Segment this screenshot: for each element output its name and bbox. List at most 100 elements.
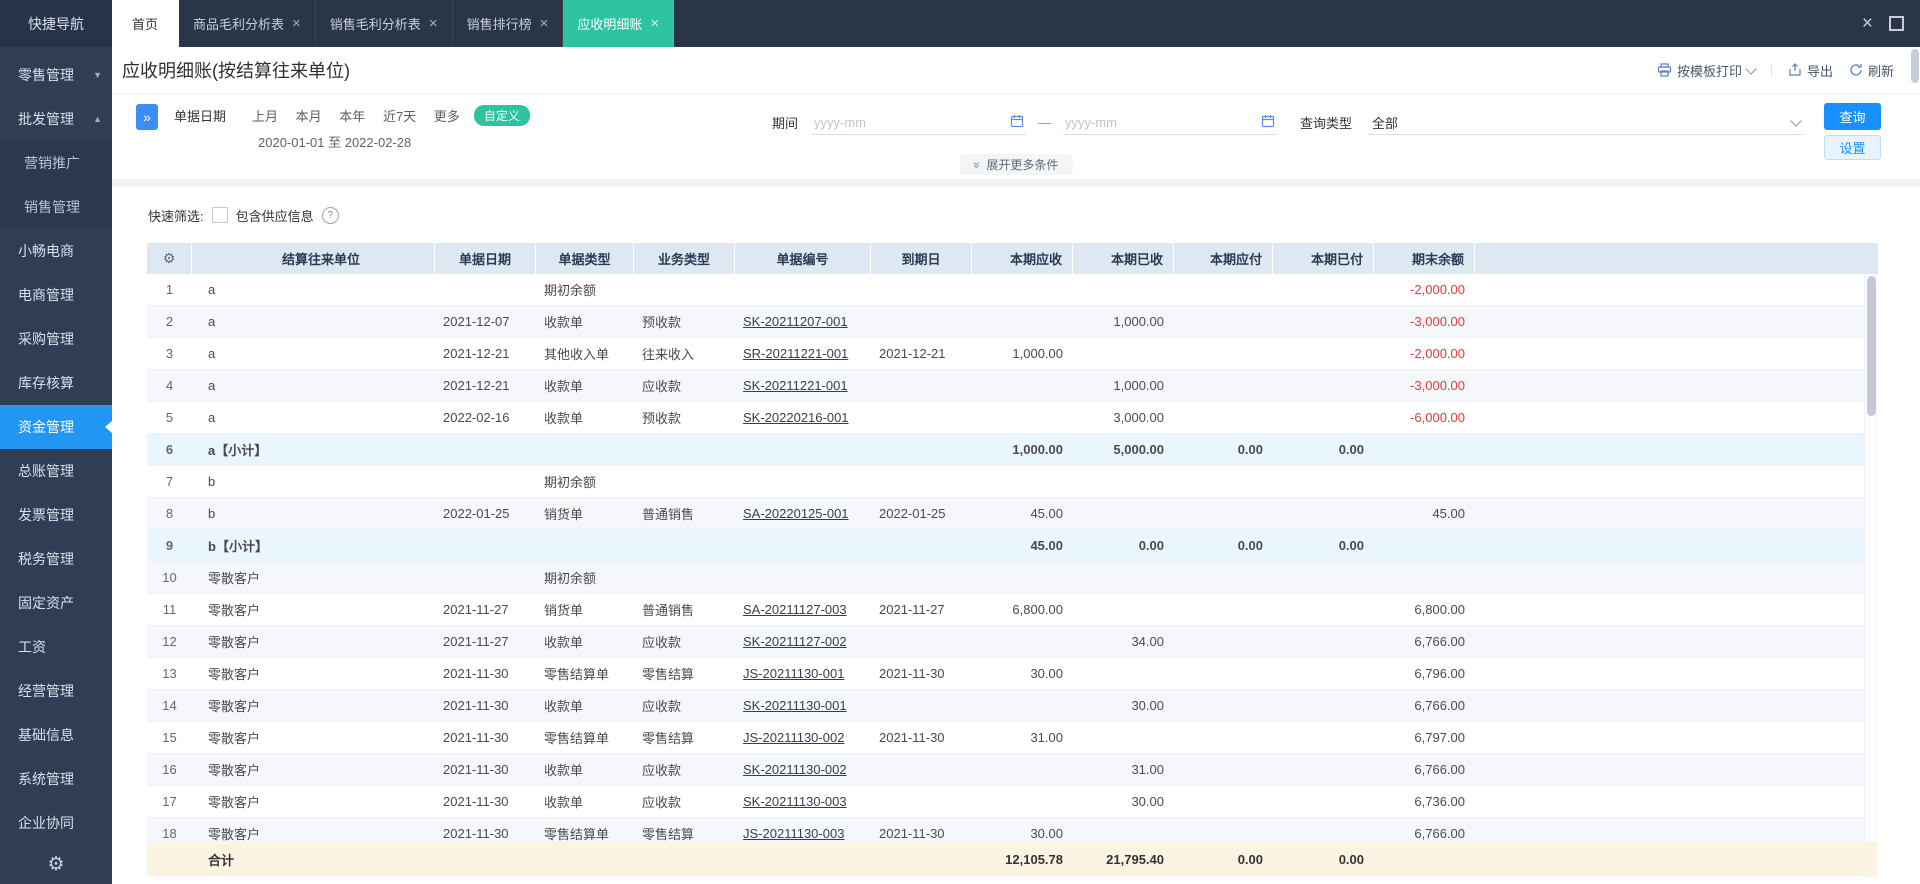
doc-number-link[interactable]: SK-20211207-001	[743, 314, 848, 329]
settings-gear-icon[interactable]: ⚙	[0, 853, 112, 876]
table-row[interactable]: 3 a 2021-12-21 其他收入单 往来收入 SR-20211221-001 2021…	[147, 338, 1878, 370]
cell-received: 30.00	[1131, 794, 1164, 809]
sidebar-item[interactable]: 采购管理	[0, 317, 112, 361]
sidebar: 快捷导航 零售管理 ▼ 批发管理 ▲ 营销推广 销售管理 小畅电商 电商管理 采…	[0, 0, 112, 884]
query-type-select[interactable]: 全部	[1368, 110, 1805, 135]
table-row[interactable]: 16 零散客户 2021-11-30 收款单 应收款 SK-20211130-002 31.…	[147, 754, 1878, 786]
sidebar-item[interactable]: 批发管理 ▲	[0, 97, 112, 141]
date-range-link[interactable]: 本月	[296, 109, 322, 124]
collapse-panel-button[interactable]: »	[136, 104, 158, 130]
tab[interactable]: 首页 ×	[112, 0, 180, 47]
date-range-link[interactable]: 更多	[434, 109, 460, 124]
sidebar-item[interactable]: 总账管理	[0, 449, 112, 493]
doc-number-link[interactable]: SK-20211130-001	[743, 698, 847, 713]
sidebar-item[interactable]: 库存核算	[0, 361, 112, 405]
cell-balance: 6,800.00	[1414, 602, 1465, 617]
cell-doc_date: 2021-12-07	[443, 314, 510, 329]
tab[interactable]: 商品毛利分析表 ×	[179, 0, 316, 47]
table-row[interactable]: 15 零散客户 2021-11-30 零售结算单 零售结算 JS-20211130-002…	[147, 722, 1878, 754]
period-to-input[interactable]	[1063, 110, 1278, 135]
sidebar-item[interactable]: 发票管理	[0, 493, 112, 537]
table-row[interactable]: 9 b【小计】 45.00 0.00 0.00 0.00	[147, 530, 1878, 562]
export-button[interactable]: 导出	[1788, 61, 1833, 80]
doc-number-link[interactable]: JS-20211130-002	[743, 730, 844, 745]
sidebar-item[interactable]: 资金管理	[0, 405, 112, 449]
include-supplier-checkbox[interactable]	[211, 207, 228, 223]
doc-number-link[interactable]: SK-20211130-002	[743, 762, 847, 777]
tab[interactable]: 销售排行榜 ×	[453, 0, 564, 47]
sidebar-item[interactable]: 零售管理 ▼	[0, 53, 112, 97]
page-scrollbar-thumb[interactable]	[1911, 49, 1919, 83]
doc-number-link[interactable]: SK-20211127-002	[743, 634, 847, 649]
gear-icon[interactable]: ⚙	[163, 250, 176, 267]
expand-more-button[interactable]: » 展开更多条件	[959, 154, 1073, 175]
sidebar-item[interactable]: 税务管理	[0, 537, 112, 581]
cell-due_date	[871, 370, 972, 401]
sidebar-item[interactable]: 销售管理	[0, 185, 112, 229]
help-question-icon[interactable]: ?	[321, 206, 339, 224]
cell-balance	[1374, 562, 1475, 593]
tab-close-icon[interactable]: ×	[650, 16, 659, 31]
table-row[interactable]: 7 b 期初余额	[147, 466, 1878, 498]
doc-number-link[interactable]: SK-20211221-001	[743, 378, 848, 393]
sidebar-item[interactable]: 固定资产	[0, 581, 112, 625]
table-row[interactable]: 11 零散客户 2021-11-27 销货单 普通销售 SA-20211127-003 20…	[147, 594, 1878, 626]
doc-number-link[interactable]: SA-20220125-001	[743, 506, 849, 521]
divider	[1770, 63, 1772, 77]
search-button[interactable]: 查询	[1824, 103, 1881, 130]
table-row[interactable]: 5 a 2022-02-16 收款单 预收款 SK-20220216-001 3,000.0…	[147, 402, 1878, 434]
sidebar-item-label: 发票管理	[18, 507, 74, 523]
table-row[interactable]: 6 a【小计】 1,000.00 5,000.00 0.00 0.00	[147, 434, 1878, 466]
tab[interactable]: 销售毛利分析表 ×	[316, 0, 453, 47]
tab[interactable]: 应收明细账 ×	[563, 0, 675, 47]
doc-number-link[interactable]: JS-20211130-003	[743, 826, 844, 841]
sidebar-item[interactable]: 经营管理	[0, 669, 112, 713]
table-row[interactable]: 2 a 2021-12-07 收款单 预收款 SK-20211207-001 1,000.0…	[147, 306, 1878, 338]
tab-close-icon[interactable]: ×	[540, 16, 549, 31]
sidebar-item[interactable]: 企业协同	[0, 801, 112, 845]
table-vertical-scrollbar[interactable]	[1864, 274, 1878, 878]
page-scrollbar[interactable]	[1911, 49, 1919, 879]
custom-range-badge[interactable]: 自定义	[473, 105, 530, 126]
table-row[interactable]: 4 a 2021-12-21 收款单 应收款 SK-20211221-001 1,000.0…	[147, 370, 1878, 402]
tab-close-icon[interactable]: ×	[292, 16, 301, 31]
close-icon[interactable]: ×	[1862, 14, 1873, 33]
chevron-down-icon[interactable]	[1745, 62, 1757, 75]
print-by-template-button[interactable]: 按模板打印	[1657, 61, 1757, 80]
period-label: 期间	[772, 116, 799, 131]
doc-number-link[interactable]: JS-20211130-001	[743, 666, 844, 681]
table-row[interactable]: 12 零散客户 2021-11-27 收款单 应收款 SK-20211127-002 34.…	[147, 626, 1878, 658]
calendar-icon[interactable]	[1261, 114, 1275, 128]
date-range-link[interactable]: 本年	[339, 109, 365, 124]
sidebar-item[interactable]: 营销推广	[0, 141, 112, 185]
sidebar-item[interactable]: 工资	[0, 625, 112, 669]
doc-number-link[interactable]: SR-20211221-001	[743, 346, 848, 361]
table-row[interactable]: 14 零散客户 2021-11-30 收款单 应收款 SK-20211130-001 30.…	[147, 690, 1878, 722]
sidebar-item[interactable]: 小畅电商	[0, 229, 112, 273]
table-row[interactable]: 8 b 2022-01-25 销货单 普通销售 SA-20220125-001 2022-0…	[147, 498, 1878, 530]
date-range-link[interactable]: 近7天	[383, 109, 416, 124]
sidebar-item[interactable]: 系统管理	[0, 757, 112, 801]
settings-button[interactable]: 设置	[1824, 135, 1881, 160]
table-row[interactable]: 17 零散客户 2021-11-30 收款单 应收款 SK-20211130-003 30.…	[147, 786, 1878, 818]
col-header-doc_type: 单据类型	[536, 243, 634, 274]
table-row[interactable]: 13 零散客户 2021-11-30 零售结算单 零售结算 JS-20211130-001…	[147, 658, 1878, 690]
sidebar-item[interactable]: 电商管理	[0, 273, 112, 317]
refresh-button[interactable]: 刷新	[1849, 61, 1894, 80]
doc-number-link[interactable]: SK-20211130-003	[743, 794, 847, 809]
tab-close-icon[interactable]: ×	[429, 16, 438, 31]
scrollbar-thumb[interactable]	[1867, 276, 1876, 416]
cell-biz_type	[634, 274, 735, 305]
cell-doc_date: 2021-11-30	[443, 666, 509, 681]
date-range-link[interactable]: 上月	[252, 109, 278, 124]
export-label: 导出	[1806, 63, 1833, 79]
period-from-input[interactable]	[812, 110, 1027, 135]
fullscreen-icon[interactable]	[1889, 16, 1904, 31]
doc-number-link[interactable]: SA-20211127-003	[743, 602, 847, 617]
table-row[interactable]: 10 零散客户 期初余额	[147, 562, 1878, 594]
table-row[interactable]: 1 a 期初余额 -2,000.00	[147, 274, 1878, 306]
calendar-icon[interactable]	[1010, 114, 1024, 128]
sidebar-item[interactable]: 快捷导航	[0, 0, 112, 47]
sidebar-item[interactable]: 基础信息	[0, 713, 112, 757]
doc-number-link[interactable]: SK-20220216-001	[743, 410, 849, 425]
